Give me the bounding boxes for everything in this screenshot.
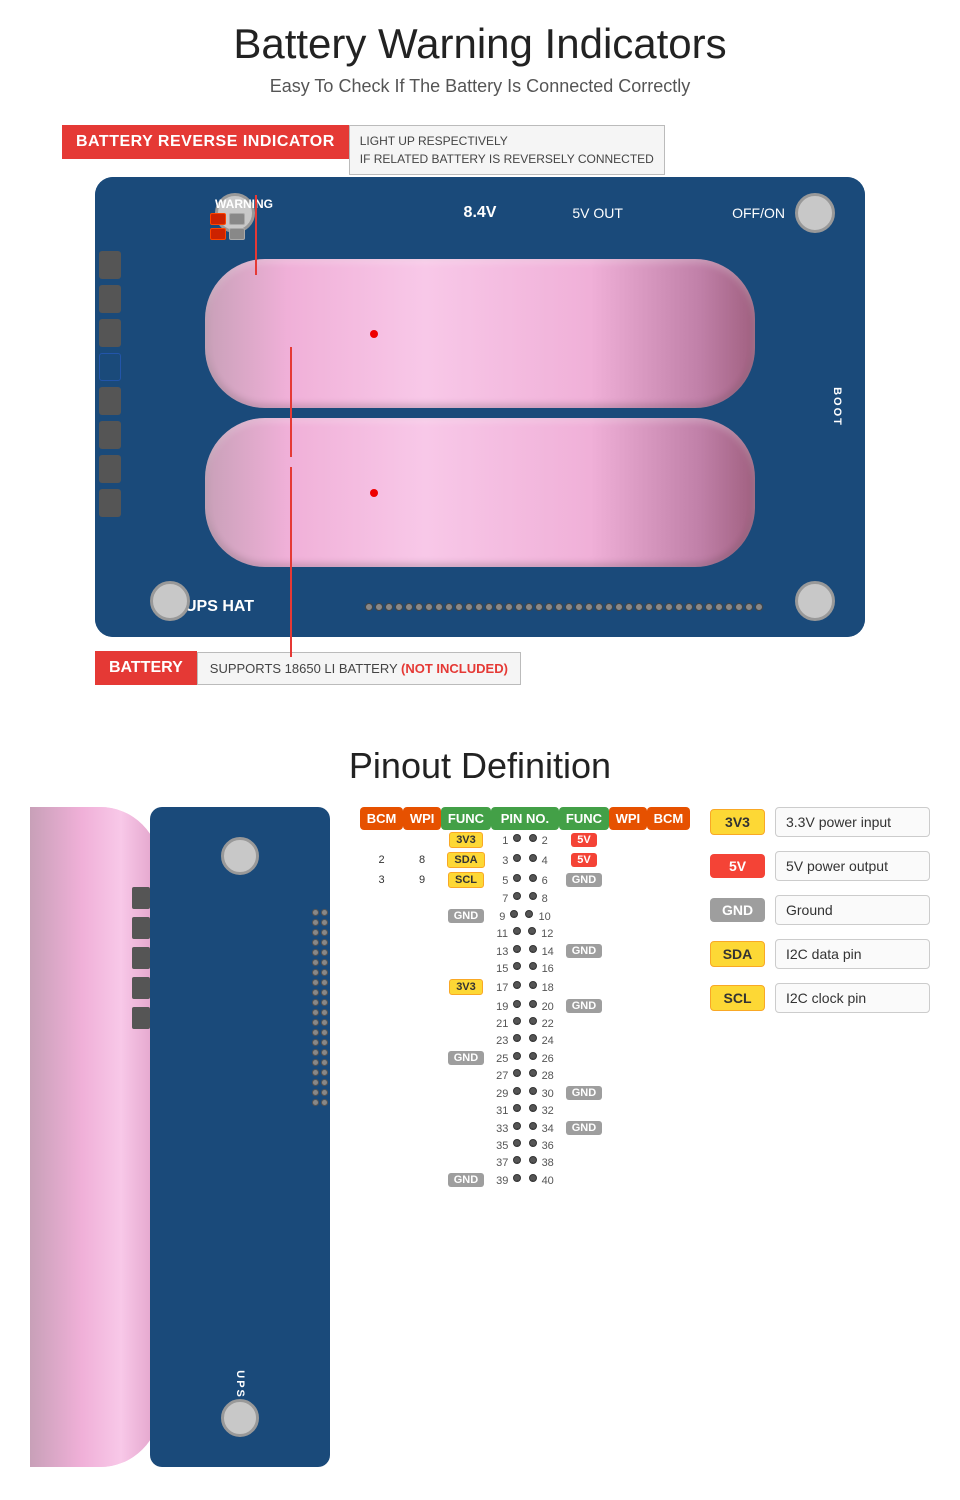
table-row: 15 · · 16 xyxy=(360,960,690,977)
pinout-section: Pinout Definition xyxy=(0,705,960,1487)
pinout-connectors xyxy=(132,887,150,1029)
legend-desc: Ground xyxy=(775,895,930,925)
indicator-label: BATTERY REVERSE INDICATOR xyxy=(62,125,349,159)
pin-table-header: BCM WPI FUNC PIN NO. FUNC WPI BCM xyxy=(360,807,690,830)
battery-cylinder-2 xyxy=(205,418,755,567)
pinout-corner-circle-bottom xyxy=(221,1399,259,1437)
battery-callout: BATTERY SUPPORTS 18650 LI BATTERY (NOT I… xyxy=(95,651,865,685)
left-connectors xyxy=(95,247,125,567)
pinout-title: Pinout Definition xyxy=(30,745,930,787)
pinout-gpio xyxy=(310,907,330,1108)
legend-desc: 5V power output xyxy=(775,851,930,881)
red-line-top xyxy=(255,195,257,275)
legend-item: 5V 5V power output xyxy=(710,851,930,881)
pin-legend: 3V3 3.3V power input 5V 5V power output … xyxy=(710,807,930,1027)
table-row: 33 · · 34 GND xyxy=(360,1119,690,1137)
table-row: 31 · · 32 xyxy=(360,1102,690,1119)
battery-callout-label: BATTERY xyxy=(95,651,197,685)
legend-item: GND Ground xyxy=(710,895,930,925)
red-line-bat2 xyxy=(290,467,292,577)
battery-section: BATTERY REVERSE INDICATOR LIGHT UP RESPE… xyxy=(0,107,960,705)
indicator-callout: BATTERY REVERSE INDICATOR LIGHT UP RESPE… xyxy=(62,125,665,175)
legend-badge: SCL xyxy=(710,985,765,1011)
th-bcm: BCM xyxy=(360,807,403,830)
legend-badge: 3V3 xyxy=(710,809,765,835)
table-row: GND 9 · · 10 xyxy=(360,907,690,925)
board-warning-label: WARNING xyxy=(215,197,273,211)
pin-table: BCM WPI FUNC PIN NO. FUNC WPI BCM 3V3 1 … xyxy=(360,807,690,1189)
table-row: 35 · · 36 xyxy=(360,1137,690,1154)
red-line-bat1 xyxy=(290,347,292,457)
table-row: 37 · · 38 xyxy=(360,1154,690,1171)
boot-label: BOOT xyxy=(831,387,843,427)
battery-callout-desc: SUPPORTS 18650 LI BATTERY (NOT INCLUDED) xyxy=(197,652,521,685)
table-row: 3V3 17 · · 18 xyxy=(360,977,690,997)
board-5vout: 5V OUT xyxy=(572,205,623,221)
corner-circle-tr xyxy=(795,193,835,233)
legend-badge: GND xyxy=(710,898,765,922)
led-4 xyxy=(229,228,245,240)
legend-item: SCL I2C clock pin xyxy=(710,983,930,1013)
pinout-content: UPS HAT BCM WPI FUNC PIN NO. FUNC WPI BC… xyxy=(30,807,930,1467)
table-row: 19 · · 20 GND xyxy=(360,997,690,1015)
led-2 xyxy=(229,213,245,225)
th-wpi2: WPI xyxy=(609,807,647,830)
ups-hat-label: UPS HAT xyxy=(185,598,254,616)
th-func: FUNC xyxy=(441,807,491,830)
led-1 xyxy=(210,213,226,225)
table-row: 23 · · 24 xyxy=(360,1032,690,1049)
table-row: 21 · · 22 xyxy=(360,1015,690,1032)
table-row: 11 · · 12 xyxy=(360,925,690,942)
table-row: 27 · · 28 xyxy=(360,1067,690,1084)
pinout-corner-circle-top xyxy=(221,837,259,875)
board-bottom-bar: UPS HAT xyxy=(95,577,865,637)
legend-item: 3V3 3.3V power input xyxy=(710,807,930,837)
table-row: 7 · · 8 xyxy=(360,890,690,907)
led-3 xyxy=(210,228,226,240)
legend-badge: SDA xyxy=(710,941,765,967)
th-func2: FUNC xyxy=(559,807,609,830)
legend-item: SDA I2C data pin xyxy=(710,939,930,969)
table-row: 2 8 SDA 3 · · 4 5V xyxy=(360,850,690,870)
batteries-area xyxy=(145,249,815,577)
th-wpi: WPI xyxy=(403,807,441,830)
pinout-board: UPS HAT xyxy=(150,807,330,1467)
legend-desc: 3.3V power input xyxy=(775,807,930,837)
board-image: WARNING 8.4V 5V OUT xyxy=(95,177,865,637)
board-offon: OFF/ON xyxy=(732,205,785,221)
pin-table-wrapper: BCM WPI FUNC PIN NO. FUNC WPI BCM 3V3 1 … xyxy=(360,807,690,1189)
header: Battery Warning Indicators Easy To Check… xyxy=(0,0,960,107)
corner-circle-br xyxy=(795,581,835,621)
page-subtitle: Easy To Check If The Battery Is Connecte… xyxy=(60,76,900,97)
battery-cylinder-1 xyxy=(205,259,755,408)
legend-desc: I2C data pin xyxy=(775,939,930,969)
battery-dot-2 xyxy=(370,489,378,497)
board-wrapper: WARNING 8.4V 5V OUT xyxy=(95,177,865,685)
red-line-bat3 xyxy=(290,577,292,657)
legend-badge: 5V xyxy=(710,854,765,878)
gpio-strip xyxy=(365,589,775,625)
board-voltage: 8.4V xyxy=(464,204,497,222)
corner-circle-bl xyxy=(150,581,190,621)
board-top-bar: WARNING 8.4V 5V OUT xyxy=(95,177,865,249)
table-row: GND 25 · · 26 xyxy=(360,1049,690,1067)
th-pinno: PIN NO. xyxy=(491,807,559,830)
pinout-left: UPS HAT xyxy=(30,807,340,1467)
legend-desc: I2C clock pin xyxy=(775,983,930,1013)
table-row: 13 · · 14 GND xyxy=(360,942,690,960)
th-bcm2: BCM xyxy=(647,807,690,830)
table-row: 3 9 SCL 5 · · 6 GND xyxy=(360,870,690,890)
table-row: GND 39 · · 40 xyxy=(360,1171,690,1189)
indicator-desc: LIGHT UP RESPECTIVELY IF RELATED BATTERY… xyxy=(349,125,665,175)
battery-dot-1 xyxy=(370,330,378,338)
page-title: Battery Warning Indicators xyxy=(60,20,900,68)
warning-leds xyxy=(210,213,245,240)
table-row: 29 · · 30 GND xyxy=(360,1084,690,1102)
table-row: 3V3 1 · · 2 5V xyxy=(360,830,690,850)
